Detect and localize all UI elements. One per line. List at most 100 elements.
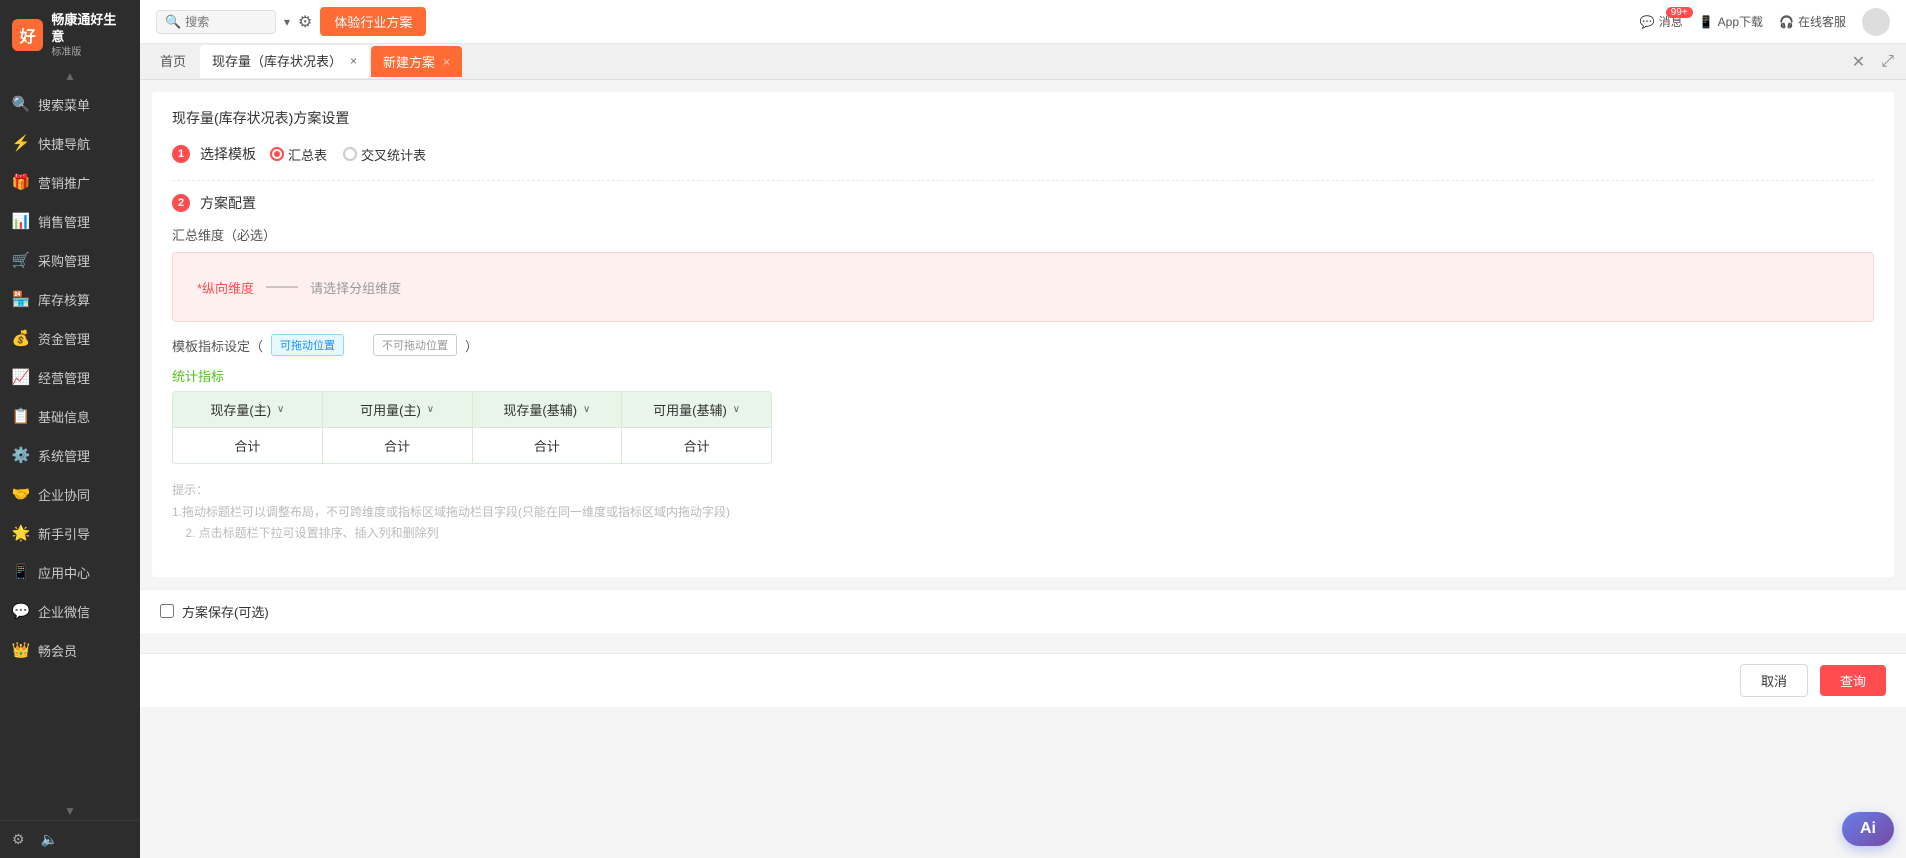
content-area: 现存量(库存状况表)方案设置 1 选择模板 汇总表 bbox=[140, 80, 1906, 858]
spacer bbox=[140, 633, 1906, 653]
section1-header: 1 选择模板 汇总表 交叉统计表 bbox=[172, 144, 1874, 164]
gear-icon: ⚙️ bbox=[12, 446, 30, 464]
sidebar-item-label: 企业协同 bbox=[38, 485, 90, 504]
dimension-dash: —— bbox=[266, 278, 298, 296]
star-icon: 🌟 bbox=[12, 524, 30, 542]
stats-col-2-header[interactable]: 现存量(基辅) ∨ bbox=[473, 392, 622, 428]
sidebar-item-label: 经营管理 bbox=[38, 368, 90, 387]
indicator-settings-suffix bbox=[352, 336, 365, 355]
radio-summary-dot bbox=[274, 151, 280, 157]
sidebar-item-purchase[interactable]: 🛒 采购管理 bbox=[0, 241, 140, 280]
app-download-label: App下载 bbox=[1718, 13, 1763, 30]
radio-summary-label: 汇总表 bbox=[288, 145, 327, 164]
sidebar-item-management[interactable]: 📈 经营管理 bbox=[0, 358, 140, 397]
stats-col-0-header[interactable]: 现存量(主) ∨ bbox=[173, 392, 322, 428]
tab-new-plan[interactable]: 新建方案 × bbox=[371, 46, 462, 77]
tab-inventory-label: 现存量（库存状况表） bbox=[212, 51, 342, 70]
tabbar: 首页 现存量（库存状况表） × 新建方案 × ✕ ⤢ bbox=[140, 44, 1906, 80]
tab-new-plan-close[interactable]: × bbox=[443, 55, 450, 69]
sidebar-item-label: 企业微信 bbox=[38, 602, 90, 621]
sidebar-item-inventory[interactable]: 🏪 库存核算 bbox=[0, 280, 140, 319]
tab-inventory-close[interactable]: × bbox=[350, 54, 357, 68]
sidebar-scroll-up[interactable]: ▲ bbox=[0, 67, 140, 85]
sidebar-item-cooperation[interactable]: 🤝 企业协同 bbox=[0, 475, 140, 514]
window-close-btn[interactable]: ✕ bbox=[1848, 50, 1869, 74]
online-service-button[interactable]: 🎧 在线客服 bbox=[1779, 13, 1846, 30]
sidebar-item-label: 系统管理 bbox=[38, 446, 90, 465]
tab-new-plan-label: 新建方案 bbox=[383, 52, 435, 71]
search-icon: 🔍 bbox=[12, 95, 30, 113]
action-bar: 取消 查询 bbox=[140, 653, 1906, 707]
crown-icon: 👑 bbox=[12, 641, 30, 659]
stats-section-title: 统计指标 bbox=[172, 366, 1874, 385]
tab-home[interactable]: 首页 bbox=[148, 45, 198, 78]
section-template: 1 选择模板 汇总表 交叉统计表 bbox=[172, 144, 1874, 164]
sidebar-scroll-down[interactable]: ▼ bbox=[0, 802, 140, 820]
messages-badge: 99+ bbox=[1666, 7, 1693, 18]
tab-inventory[interactable]: 现存量（库存状况表） × bbox=[200, 45, 369, 78]
dimension-area[interactable]: *纵向维度 —— 请选择分组维度 bbox=[172, 252, 1874, 322]
sidebar-item-finance[interactable]: 💰 资金管理 bbox=[0, 319, 140, 358]
tab-controls: ✕ ⤢ bbox=[1848, 50, 1898, 74]
search-input[interactable] bbox=[185, 15, 265, 29]
stats-col-1: 可用量(主) ∨ 合计 bbox=[323, 392, 473, 463]
stats-col-3-header[interactable]: 可用量(基辅) ∨ bbox=[622, 392, 771, 428]
radio-cross-table[interactable]: 交叉统计表 bbox=[343, 145, 426, 164]
page-title: 现存量(库存状况表)方案设置 bbox=[172, 108, 1874, 128]
phone-icon: 📱 bbox=[1699, 15, 1714, 29]
section2-num: 2 bbox=[172, 194, 190, 212]
sidebar-item-appcenter[interactable]: 📱 应用中心 bbox=[0, 553, 140, 592]
window-expand-btn[interactable]: ⤢ bbox=[1877, 51, 1898, 73]
ai-button[interactable]: Ai bbox=[1842, 812, 1894, 846]
radio-cross-label: 交叉统计表 bbox=[361, 145, 426, 164]
topbar-left: 🔍 ▾ ⚙ 体验行业方案 bbox=[156, 7, 426, 36]
topbar-gear-icon[interactable]: ⚙ bbox=[298, 12, 312, 32]
stats-col-1-header[interactable]: 可用量(主) ∨ bbox=[323, 392, 472, 428]
sidebar-item-label: 资金管理 bbox=[38, 329, 90, 348]
sidebar-item-guide[interactable]: 🌟 新手引导 bbox=[0, 514, 140, 553]
messages-button[interactable]: 💬 消息 99+ bbox=[1640, 13, 1683, 30]
indicator-settings-label: 模板指标设定（ 可拖动位置 不可拖动位置 ） bbox=[172, 334, 1874, 356]
tag-nondraggable: 不可拖动位置 bbox=[373, 334, 457, 356]
dimension-placeholder: *纵向维度 —— 请选择分组维度 bbox=[197, 278, 401, 297]
sidebar-item-system[interactable]: ⚙️ 系统管理 bbox=[0, 436, 140, 475]
tip-1: 2. 点击标题栏下拉可设置排序、插入列和删除列 bbox=[172, 523, 1874, 545]
sidebar: 好 畅康通好生意 标准版 ▲ 🔍 搜索菜单 ⚡ 快捷导航 🎁 营销推广 📊 销售… bbox=[0, 0, 140, 858]
radio-cross-circle bbox=[343, 147, 357, 161]
settings-footer-btn[interactable]: ⚙ bbox=[12, 831, 25, 848]
tip-0: 1.拖动标题栏可以调整布局，不可跨维度或指标区域拖动栏目字段(只能在同一维度或指… bbox=[172, 502, 1874, 524]
money-icon: 💰 bbox=[12, 329, 30, 347]
sidebar-item-basic[interactable]: 📋 基础信息 bbox=[0, 397, 140, 436]
sidebar-item-quicknav[interactable]: ⚡ 快捷导航 bbox=[0, 124, 140, 163]
sidebar-item-search[interactable]: 🔍 搜索菜单 bbox=[0, 85, 140, 124]
cancel-button[interactable]: 取消 bbox=[1740, 664, 1808, 697]
sound-footer-btn[interactable]: 🔈 bbox=[41, 831, 58, 848]
query-button[interactable]: 查询 bbox=[1820, 665, 1886, 696]
stats-col-0-label: 现存量(主) bbox=[210, 400, 271, 419]
sidebar-item-member[interactable]: 👑 畅会员 bbox=[0, 631, 140, 670]
topbar-dropdown[interactable]: ▾ bbox=[284, 15, 290, 29]
sidebar-item-label: 基础信息 bbox=[38, 407, 90, 426]
save-label: 方案保存(可选) bbox=[182, 602, 269, 621]
save-checkbox[interactable] bbox=[160, 604, 174, 618]
topbar-search-box[interactable]: 🔍 bbox=[156, 10, 276, 34]
search-icon: 🔍 bbox=[165, 14, 181, 30]
section2-header: 2 方案配置 bbox=[172, 193, 1874, 213]
tab-home-label: 首页 bbox=[160, 51, 186, 70]
section-divider-1 bbox=[172, 180, 1874, 181]
sidebar-item-label: 搜索菜单 bbox=[38, 95, 90, 114]
stats-col-2-body: 合计 bbox=[473, 428, 622, 463]
trial-button[interactable]: 体验行业方案 bbox=[320, 7, 426, 36]
app-logo-icon: 好 bbox=[12, 19, 43, 51]
sidebar-item-sales[interactable]: 📊 销售管理 bbox=[0, 202, 140, 241]
sidebar-item-wechat[interactable]: 💬 企业微信 bbox=[0, 592, 140, 631]
section2-title: 方案配置 bbox=[200, 193, 256, 213]
sidebar-item-marketing[interactable]: 🎁 营销推广 bbox=[0, 163, 140, 202]
sidebar-item-label: 新手引导 bbox=[38, 524, 90, 543]
summary-label: 汇总维度（必选） bbox=[172, 225, 1874, 244]
radio-summary-circle bbox=[270, 147, 284, 161]
user-avatar[interactable] bbox=[1862, 8, 1890, 36]
app-download-button[interactable]: 📱 App下载 bbox=[1699, 13, 1763, 30]
radio-summary-table[interactable]: 汇总表 bbox=[270, 145, 327, 164]
stats-col-1-body: 合计 bbox=[323, 428, 472, 463]
